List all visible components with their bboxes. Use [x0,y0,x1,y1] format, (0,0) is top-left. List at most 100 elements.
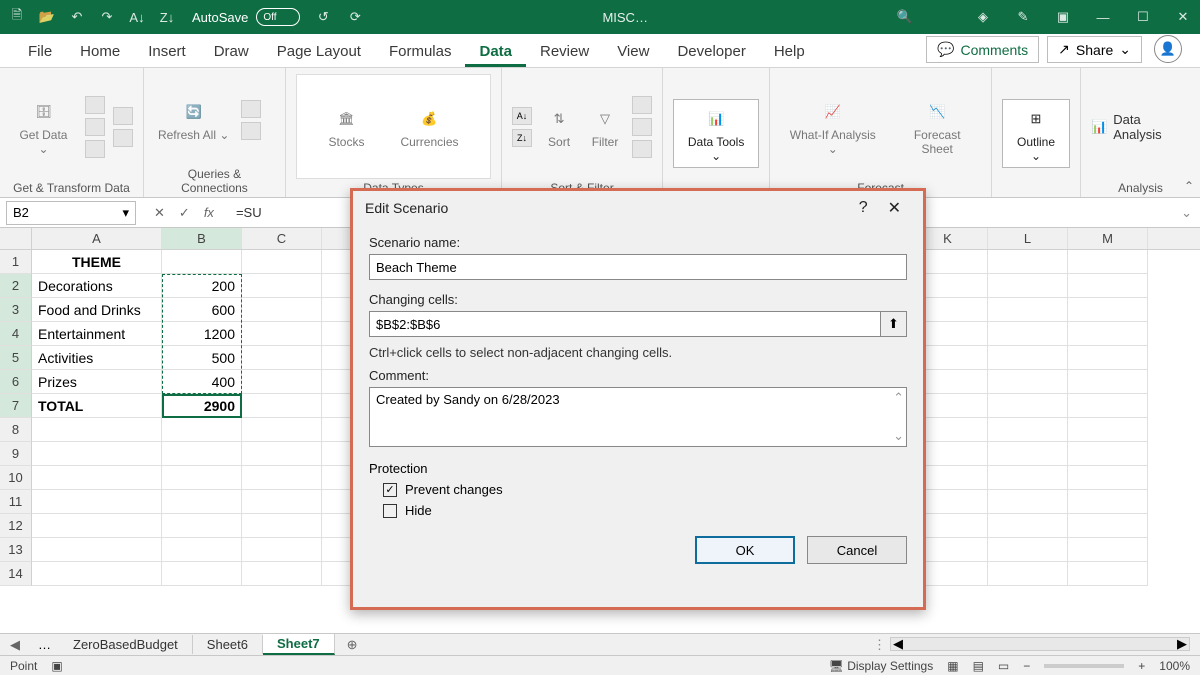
tab-draw[interactable]: Draw [200,36,263,67]
forecast-sheet-button[interactable]: 📉 Forecast Sheet [893,95,981,157]
cell[interactable] [988,298,1068,322]
cell[interactable]: 400 [162,370,242,394]
cell[interactable] [1068,346,1148,370]
cell[interactable]: Food and Drinks [32,298,162,322]
cell[interactable] [32,418,162,442]
cell[interactable] [162,562,242,586]
cancel-button[interactable]: Cancel [807,536,907,564]
sort-asc-icon[interactable]: A↓ [128,8,146,26]
view-normal-icon[interactable]: ▦ [947,659,958,673]
close-icon[interactable]: ✕ [1174,8,1192,26]
cell[interactable] [1068,538,1148,562]
history-icon[interactable]: ↺ [314,8,332,26]
cell[interactable]: 200 [162,274,242,298]
tab-home[interactable]: Home [66,36,134,67]
sheet-overflow-icon[interactable]: … [30,637,59,652]
comments-button[interactable]: 💬Comments [926,36,1039,63]
accept-formula-icon[interactable]: ✓ [179,205,190,221]
get-data-button[interactable]: 🗄 Get Data ⌄ [10,95,77,157]
row-header[interactable]: 4 [0,322,32,346]
cell[interactable] [242,394,322,418]
h-scrollbar[interactable]: ◀▶ [890,637,1190,651]
sheet-tab-sheet7[interactable]: Sheet7 [263,634,335,655]
cell[interactable] [242,562,322,586]
sheet-tab-zerobasedbudget[interactable]: ZeroBasedBudget [59,635,193,654]
outline-button[interactable]: ⊞ Outline ⌄ [1002,99,1070,167]
cell[interactable] [242,322,322,346]
col-header-b[interactable]: B [162,228,242,249]
sort-az-icon[interactable]: A↓ [512,107,532,125]
currencies-button[interactable]: 💰 Currencies [396,102,462,151]
select-all-corner[interactable] [0,228,32,249]
refresh-all-button[interactable]: 🔄 Refresh All ⌄ [154,95,233,144]
cell[interactable] [988,346,1068,370]
add-sheet-icon[interactable]: ⊕ [335,637,370,653]
zoom-level[interactable]: 100% [1159,659,1190,673]
cell[interactable] [32,466,162,490]
zoom-slider[interactable] [1044,664,1124,668]
cell[interactable] [988,466,1068,490]
col-header-c[interactable]: C [242,228,322,249]
from-web-icon[interactable] [85,118,105,136]
recent-sources-icon[interactable] [113,107,133,125]
autosave-toggle[interactable]: Off [256,8,300,26]
cell[interactable] [32,514,162,538]
minimize-icon[interactable]: — [1094,8,1112,26]
prevent-changes-checkbox[interactable]: ✓ Prevent changes [383,482,907,497]
cell[interactable] [242,538,322,562]
cell[interactable] [1068,250,1148,274]
diamond-icon[interactable]: ◈ [974,8,992,26]
row-header[interactable]: 14 [0,562,32,586]
dialog-help-icon[interactable]: ? [849,199,878,217]
comment-textarea[interactable]: Created by Sandy on 6/28/2023 ⌃ ⌄ [369,387,907,447]
tab-view[interactable]: View [603,36,663,67]
sync-icon[interactable]: ⟳ [346,8,364,26]
display-settings-button[interactable]: 🖥 Display Settings [829,659,934,673]
cell[interactable] [1068,562,1148,586]
cell[interactable] [162,418,242,442]
from-text-icon[interactable] [85,96,105,114]
data-analysis-button[interactable]: 📊 Data Analysis [1091,112,1190,142]
sort-button[interactable]: ⇅ Sort [540,102,578,151]
save-icon[interactable]: 🗎 [8,8,26,26]
brush-icon[interactable]: ✎ [1014,8,1032,26]
ok-button[interactable]: OK [695,536,795,564]
view-page-layout-icon[interactable]: ▤ [973,659,984,673]
tab-formulas[interactable]: Formulas [375,36,466,67]
cell[interactable] [1068,298,1148,322]
tab-file[interactable]: File [14,36,66,67]
row-header[interactable]: 13 [0,538,32,562]
sheet-tab-sheet6[interactable]: Sheet6 [193,635,263,654]
filter-button[interactable]: ▽ Filter [586,102,624,151]
changing-cells-input[interactable] [369,311,881,337]
cell[interactable] [1068,394,1148,418]
zoom-in-icon[interactable]: + [1138,659,1145,673]
cell[interactable] [1068,490,1148,514]
tab-page-layout[interactable]: Page Layout [263,36,375,67]
cell[interactable] [162,442,242,466]
cell[interactable] [162,514,242,538]
cell[interactable] [1068,466,1148,490]
col-header-l[interactable]: L [988,228,1068,249]
clear-filter-icon[interactable] [632,96,652,114]
cell[interactable] [988,250,1068,274]
share-button[interactable]: ↗Share⌄ [1047,36,1142,63]
cell[interactable] [988,442,1068,466]
cell[interactable] [162,490,242,514]
folder-open-icon[interactable]: 📂 [38,8,56,26]
row-header[interactable]: 5 [0,346,32,370]
cell[interactable]: 2900 [162,394,242,418]
cell[interactable] [162,466,242,490]
cell[interactable] [242,274,322,298]
cell[interactable] [988,394,1068,418]
cell[interactable] [242,250,322,274]
cell[interactable]: Decorations [32,274,162,298]
cell[interactable] [988,490,1068,514]
cell[interactable] [162,538,242,562]
stocks-button[interactable]: 🏛 Stocks [324,102,368,151]
macro-record-icon[interactable]: ▣ [51,659,62,673]
cell[interactable] [242,418,322,442]
cell[interactable]: Activities [32,346,162,370]
cell[interactable] [1068,274,1148,298]
row-header[interactable]: 11 [0,490,32,514]
